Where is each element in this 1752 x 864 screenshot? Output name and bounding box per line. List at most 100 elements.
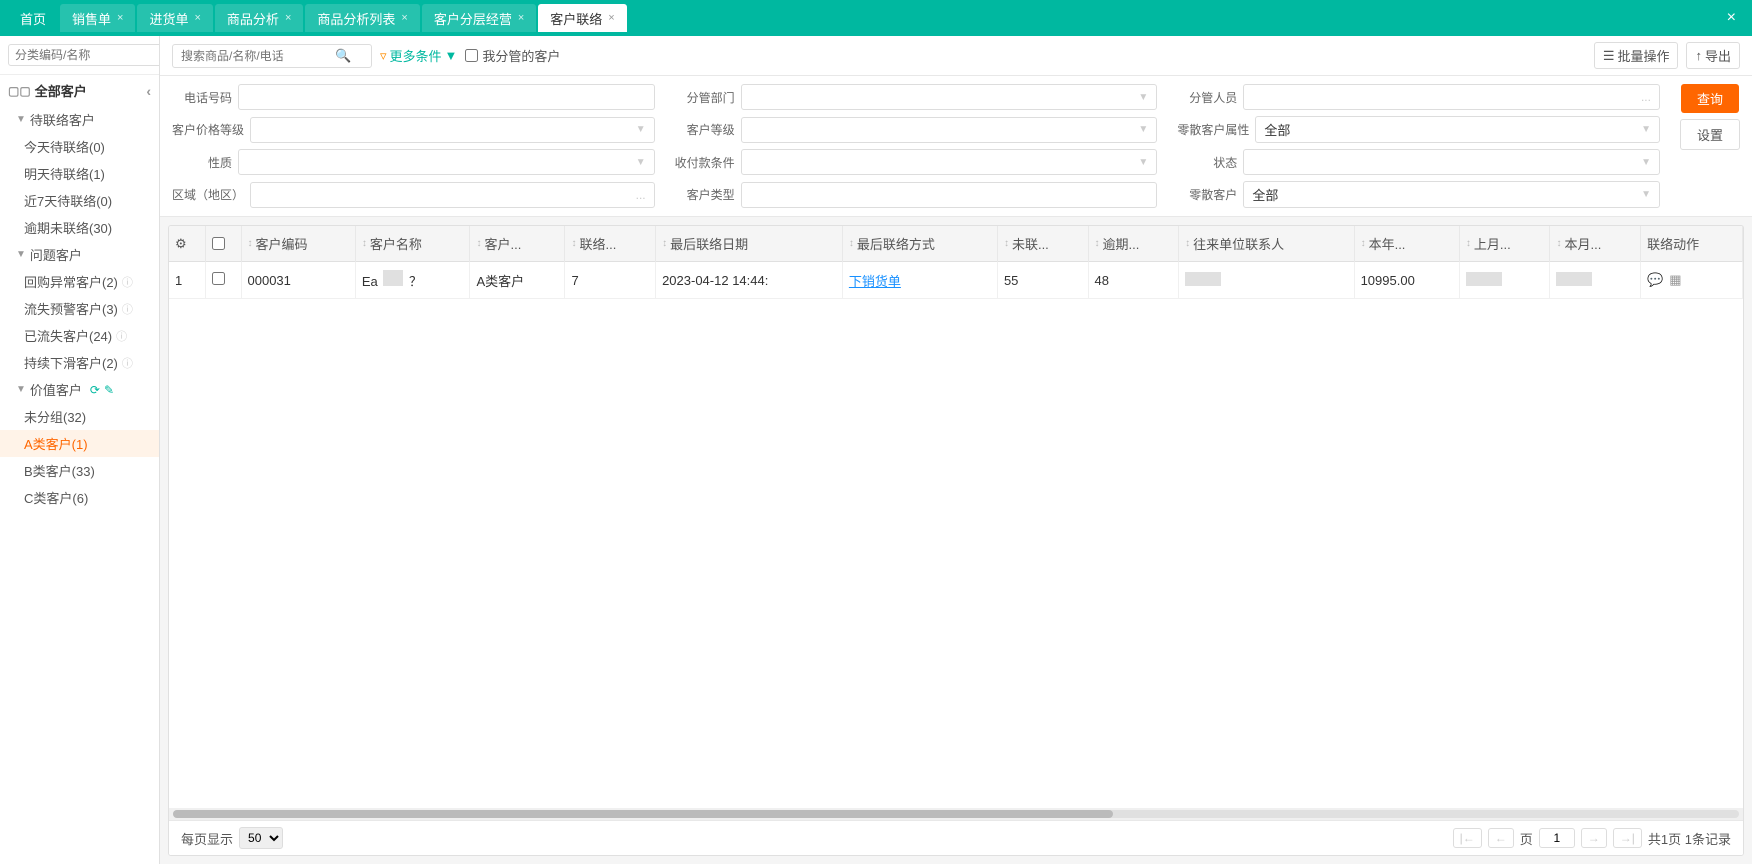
dots-icon: ... <box>1641 90 1651 104</box>
select-all-checkbox[interactable] <box>212 237 225 250</box>
my-customer-check[interactable] <box>465 49 478 62</box>
dots-icon2: ... <box>636 188 646 202</box>
th-last-method[interactable]: ↕ 最后联络方式 <box>842 226 997 262</box>
qr-icon[interactable]: ▦ <box>1669 272 1681 288</box>
sidebar-group-problem[interactable]: ▼ 问题客户 <box>0 241 159 268</box>
filter-dept-input[interactable]: ▼ <box>741 84 1158 110</box>
nav-tab-analysis-list[interactable]: 商品分析列表 × <box>305 4 419 32</box>
filter-person-input[interactable]: ... <box>1243 84 1660 110</box>
td-last-month <box>1459 262 1550 299</box>
nav-tab-customer-contact[interactable]: 客户联络 × <box>538 4 626 32</box>
sidebar-item-lost[interactable]: 已流失客户(24) ⓘ <box>0 322 159 349</box>
sidebar-collapse-btn[interactable]: ‹ <box>146 83 151 99</box>
sidebar-item-declining[interactable]: 持续下滑客户(2) ⓘ <box>0 349 159 376</box>
sidebar-item-ungrouped[interactable]: 未分组(32) <box>0 403 159 430</box>
th-contact2[interactable]: ↕ 往来单位联系人 <box>1179 226 1354 262</box>
td-last-method[interactable]: 下销货单 <box>842 262 997 299</box>
per-page-select[interactable]: 50 <box>239 827 283 849</box>
filter-customer-type-input[interactable] <box>741 182 1158 208</box>
my-customer-checkbox[interactable]: 我分管的客户 <box>465 46 560 65</box>
close-tab-purchase[interactable]: × <box>194 12 200 24</box>
th-checkbox[interactable] <box>205 226 241 262</box>
next-page-btn[interactable]: → <box>1581 828 1607 848</box>
th-settings[interactable]: ⚙ <box>169 226 205 262</box>
filter-retail-attr: 零散客户属性 全部 ▼ <box>1177 116 1660 143</box>
filter-status-input[interactable]: ▼ <box>1243 149 1660 175</box>
last-page-btn[interactable]: →| <box>1613 828 1642 848</box>
close-all-tabs[interactable]: × <box>1719 9 1744 27</box>
filter-retail-attr-input[interactable]: 全部 ▼ <box>1255 116 1660 143</box>
filter-payment: 收付款条件 ▼ <box>675 149 1158 175</box>
close-tab-customer-contact[interactable]: × <box>608 12 614 24</box>
sort-icon2: ↕ <box>362 238 367 249</box>
th-last-month[interactable]: ↕ 上月... <box>1459 226 1550 262</box>
nav-tab-purchase[interactable]: 进货单 × <box>137 4 212 32</box>
th-this-year[interactable]: ↕ 本年... <box>1354 226 1459 262</box>
th-this-month[interactable]: ↕ 本月... <box>1550 226 1641 262</box>
th-uncontacted[interactable]: ↕ 未联... <box>997 226 1088 262</box>
filter-region-input[interactable]: ... <box>250 182 655 208</box>
close-tab-analysis[interactable]: × <box>285 12 291 24</box>
th-overdue[interactable]: ↕ 逾期... <box>1088 226 1179 262</box>
sidebar-item-tomorrow[interactable]: 明天待联络(1) <box>0 160 159 187</box>
filter-nature-input[interactable]: ▼ <box>238 149 655 175</box>
main-search-icon[interactable]: 🔍 <box>335 48 351 64</box>
sidebar-item-repurchase-abnormal[interactable]: 回购异常客户(2) ⓘ <box>0 268 159 295</box>
export-btn[interactable]: ↑ 导出 <box>1686 42 1740 69</box>
th-last-date[interactable]: ↕ 最后联络日期 <box>656 226 843 262</box>
last-method-link[interactable]: 下销货单 <box>849 274 901 289</box>
prev-page-btn[interactable]: ← <box>1488 828 1514 848</box>
page-number-input[interactable] <box>1539 828 1575 848</box>
close-tab-analysis-list[interactable]: × <box>401 12 407 24</box>
sidebar-search-input[interactable] <box>8 44 160 66</box>
sidebar-all-customers[interactable]: ▢▢ 全部客户 ‹ <box>0 75 159 106</box>
td-contact2 <box>1179 262 1354 299</box>
filter-customer-level-input[interactable]: ▼ <box>741 117 1158 143</box>
th-contact[interactable]: ↕ 联络... <box>565 226 656 262</box>
sidebar-item-c-class[interactable]: C类客户(6) <box>0 484 159 511</box>
td-checkbox[interactable] <box>205 262 241 299</box>
th-level[interactable]: ↕ 客户... <box>470 226 565 262</box>
info-icon: ⓘ <box>122 274 133 290</box>
sidebar-group-pending[interactable]: ▼ 待联络客户 <box>0 106 159 133</box>
filter-payment-input[interactable]: ▼ <box>741 149 1158 175</box>
sidebar-item-today[interactable]: 今天待联络(0) <box>0 133 159 160</box>
filter-phone-input[interactable] <box>238 84 655 110</box>
th-name[interactable]: ↕ 客户名称 <box>355 226 470 262</box>
nav-tab-customer-segment[interactable]: 客户分层经营 × <box>422 4 536 32</box>
close-tab-sales[interactable]: × <box>117 12 123 24</box>
table-wrapper[interactable]: ⚙ ↕ 客户编码 <box>169 226 1743 808</box>
settings-button[interactable]: 设置 <box>1680 119 1740 150</box>
batch-op-btn[interactable]: ☰ 批量操作 <box>1594 42 1679 69</box>
refresh-icon[interactable]: ⟳ <box>90 383 100 397</box>
td-this-year: 10995.00 <box>1354 262 1459 299</box>
td-action[interactable]: 💬 ▦ <box>1641 262 1743 299</box>
main-search-input[interactable] <box>181 49 331 63</box>
scrollbar-track[interactable] <box>173 810 1739 818</box>
query-button[interactable]: 查询 <box>1681 84 1739 113</box>
settings-icon[interactable]: ⚙ <box>175 236 187 252</box>
pagination-right: |← ← 页 → →| 共1页 1条记录 <box>1453 828 1731 848</box>
sidebar-item-overdue[interactable]: 逾期未联络(30) <box>0 214 159 241</box>
nav-home[interactable]: 首页 <box>8 4 58 32</box>
filter-retail-customer-input[interactable]: 全部 ▼ <box>1243 181 1660 208</box>
nav-tab-analysis[interactable]: 商品分析 × <box>215 4 303 32</box>
nav-tab-sales[interactable]: 销售单 × <box>60 4 135 32</box>
close-tab-customer-segment[interactable]: × <box>518 12 524 24</box>
th-code[interactable]: ↕ 客户编码 <box>241 226 355 262</box>
td-code: 000031 <box>241 262 355 299</box>
sidebar-item-loss-warning[interactable]: 流失预警客户(3) ⓘ <box>0 295 159 322</box>
more-filter-btn[interactable]: ▿ 更多条件 ▼ <box>380 46 457 65</box>
sidebar-item-7days[interactable]: 近7天待联络(0) <box>0 187 159 214</box>
sidebar-item-a-class[interactable]: A类客户(1) <box>0 430 159 457</box>
action-icons[interactable]: 💬 ▦ <box>1647 272 1736 288</box>
scrollbar-thumb[interactable] <box>173 810 1113 818</box>
message-icon[interactable]: 💬 <box>1647 272 1663 288</box>
horizontal-scrollbar[interactable] <box>169 808 1743 820</box>
row-checkbox[interactable] <box>212 272 225 285</box>
sidebar-item-b-class[interactable]: B类客户(33) <box>0 457 159 484</box>
first-page-btn[interactable]: |← <box>1453 828 1482 848</box>
filter-price-level-input[interactable]: ▼ <box>250 117 655 143</box>
sidebar-group-value[interactable]: ▼ 价值客户 ⟳ ✎ <box>0 376 159 403</box>
edit-icon[interactable]: ✎ <box>104 383 114 397</box>
